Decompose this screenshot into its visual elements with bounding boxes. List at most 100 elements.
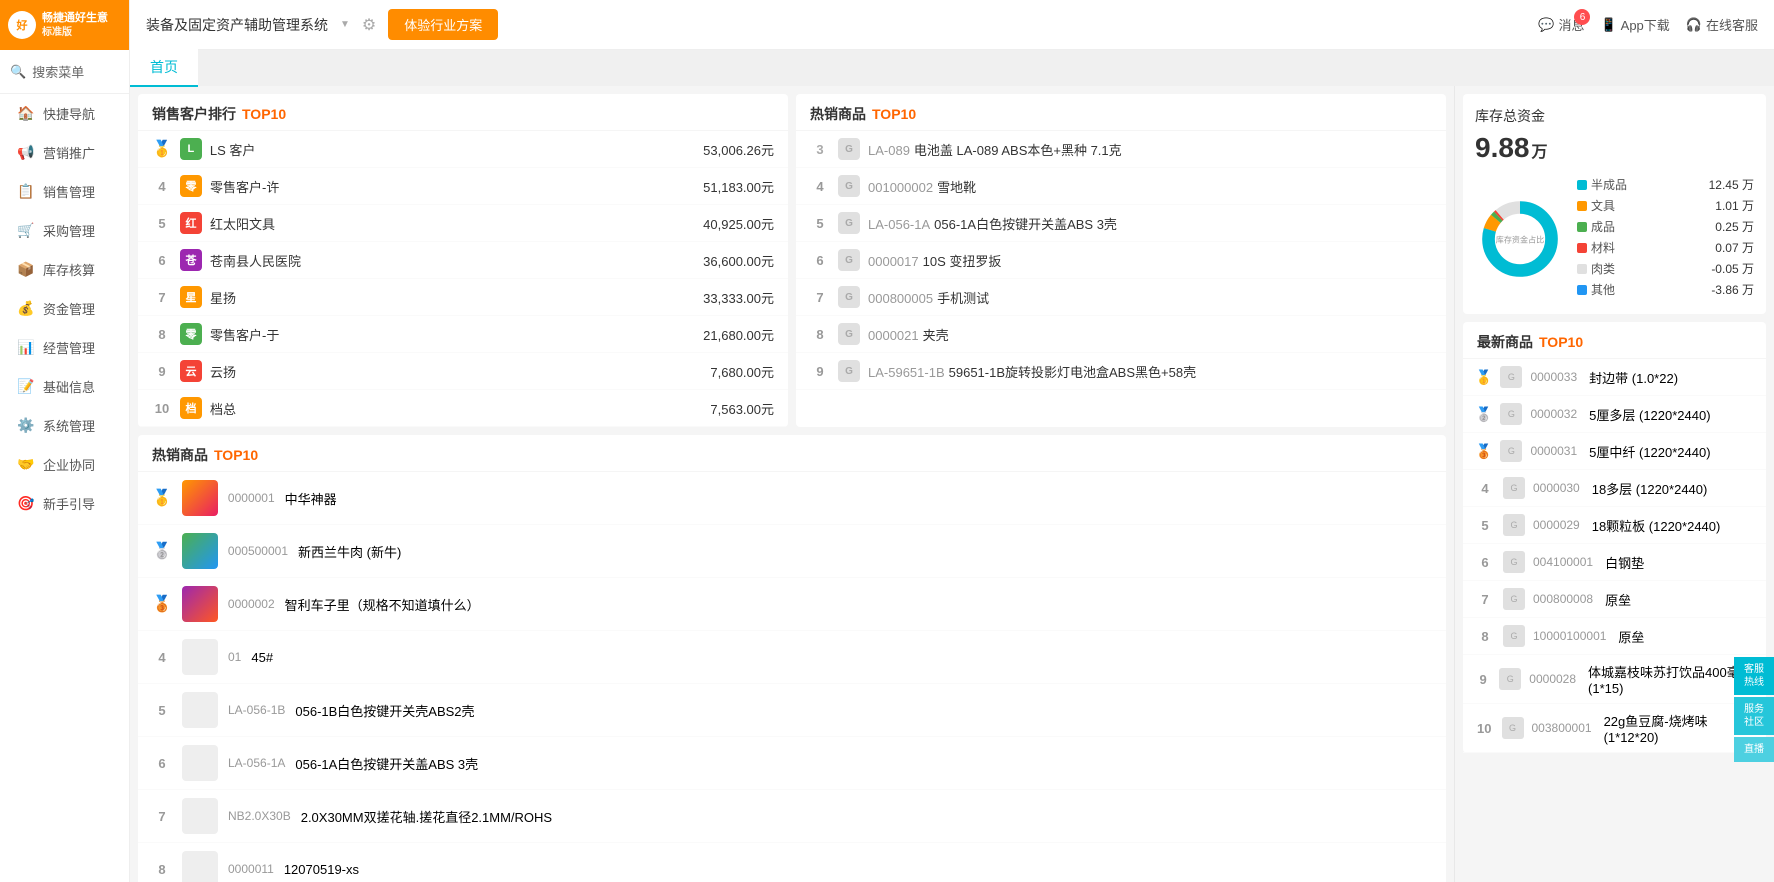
- new-product-name: 18颗粒板 (1220*2440): [1592, 516, 1721, 535]
- table-row: 7 星 星扬 33,333.00元: [138, 279, 788, 316]
- content-area: 销售客户排行 TOP10 🥇 L LS 客户 53,006.26元 4 零: [130, 86, 1774, 882]
- sales-icon: 📋: [17, 183, 35, 201]
- customer-amount: 21,680.00元: [703, 325, 774, 344]
- nav-item-finance[interactable]: 💰 资金管理: [0, 289, 129, 328]
- legend-value: 0.25 万: [1715, 218, 1754, 235]
- product-code: 0000011: [228, 862, 274, 876]
- rank-number: 8: [152, 862, 172, 877]
- online-service-button[interactable]: 🎧 在线客服: [1686, 15, 1758, 34]
- product-thumb: G: [838, 212, 860, 234]
- table-row: 6 苍 苍南县人民医院 36,600.00元: [138, 242, 788, 279]
- phone-icon: 📱: [1600, 17, 1616, 33]
- rank-medal-icon: 🥇: [1475, 369, 1492, 386]
- list-item: 6 G 004100001 白钢垫: [1463, 544, 1766, 581]
- product-name: 000800005手机测试: [868, 288, 1432, 307]
- tab-home[interactable]: 首页: [130, 49, 198, 87]
- rank-number: 7: [810, 290, 830, 305]
- nav-item-operations[interactable]: 📊 经营管理: [0, 328, 129, 367]
- customer-ranking-title: 销售客户排行: [152, 104, 236, 124]
- rank-medal-icon: 🥇: [152, 488, 172, 508]
- nav-item-collab[interactable]: 🤝 企业协同: [0, 445, 129, 484]
- customer-name: 零售客户-许: [210, 177, 695, 196]
- nav-item-inventory[interactable]: 📦 库存核算: [0, 250, 129, 289]
- customer-name: 档总: [210, 399, 702, 418]
- trial-button[interactable]: 体验行业方案: [388, 9, 498, 40]
- inventory-title: 库存总资金: [1475, 106, 1754, 126]
- product-code: 0000002: [228, 597, 275, 611]
- legend-item: 其他 -3.86 万: [1577, 281, 1754, 298]
- product-thumb: G: [1503, 551, 1525, 573]
- table-row: 🥇 L LS 客户 53,006.26元: [138, 131, 788, 168]
- search-menu-label: 搜索菜单: [32, 62, 84, 81]
- collab-icon: 🤝: [17, 456, 35, 474]
- legend-dot: [1577, 243, 1587, 253]
- search-menu-button[interactable]: 🔍 搜索菜单: [10, 58, 119, 85]
- list-item: 🥉 G 0000031 5厘中纤 (1220*2440): [1463, 433, 1766, 470]
- customer-amount: 33,333.00元: [703, 288, 774, 307]
- legend-item: 文具 1.01 万: [1577, 197, 1754, 214]
- customer-name: 星扬: [210, 288, 695, 307]
- basics-icon: 📝: [17, 378, 35, 396]
- nav-label-inventory: 库存核算: [43, 260, 95, 279]
- live-stream-button[interactable]: 直播: [1734, 737, 1774, 762]
- product-thumb: G: [1500, 366, 1522, 388]
- table-row: 6 G 000001710S 变扭罗扳: [796, 242, 1446, 279]
- new-product-name: 白钢垫: [1605, 553, 1644, 572]
- new-product-name: 原垒: [1618, 627, 1644, 646]
- nav-item-purchase[interactable]: 🛒 采购管理: [0, 211, 129, 250]
- settings-icon[interactable]: ⚙: [362, 15, 376, 35]
- nav-item-marketing[interactable]: 📢 营销推广: [0, 133, 129, 172]
- product-scroll-list: 3 G LA-089电池盖 LA-089 ABS本色+黑种 7.1克 4 G 0…: [796, 131, 1446, 390]
- customer-amount: 53,006.26元: [703, 140, 774, 159]
- nav-label-operations: 经营管理: [43, 338, 95, 357]
- inventory-legend: 半成品 12.45 万 文具 1.01 万 成品 0.25 万: [1577, 176, 1754, 302]
- product-name: 45#: [251, 650, 273, 665]
- inventory-amount-value: 9.88: [1475, 132, 1530, 163]
- rank-number: 7: [1475, 592, 1495, 607]
- nav-item-sales[interactable]: 📋 销售管理: [0, 172, 129, 211]
- product-name: 12070519-xs: [284, 862, 359, 877]
- table-row: 4 零 零售客户-许 51,183.00元: [138, 168, 788, 205]
- nav-item-system[interactable]: ⚙️ 系统管理: [0, 406, 129, 445]
- customer-name: 苍南县人民医院: [210, 251, 695, 270]
- customer-top10-label: TOP10: [242, 106, 286, 122]
- dropdown-arrow-icon[interactable]: ▼: [340, 19, 350, 30]
- rank-number: 4: [152, 650, 172, 665]
- tab-bar: 首页: [130, 50, 1774, 86]
- product-name: 0000021夹壳: [868, 325, 1432, 344]
- rank-number: 6: [152, 253, 172, 268]
- customer-service-button[interactable]: 客服热线: [1734, 657, 1774, 695]
- inventory-chart-area: 库存资金占比 半成品 12.45 万 文具 1.01 万: [1475, 176, 1754, 302]
- nav-item-basics[interactable]: 📝 基础信息: [0, 367, 129, 406]
- rank-medal-icon: 🥈: [152, 541, 172, 561]
- nav-item-guide[interactable]: 🎯 新手引导: [0, 484, 129, 523]
- rank-medal-icon: 🥉: [1475, 443, 1492, 460]
- product-thumb: [182, 533, 218, 569]
- customer-amount: 36,600.00元: [703, 251, 774, 270]
- operations-icon: 📊: [17, 339, 35, 357]
- new-product-name: 22g鱼豆腐-烧烤味 (1*12*20): [1604, 711, 1754, 745]
- rank-medal-icon: 🥈: [1475, 406, 1492, 423]
- product-thumb: [182, 798, 218, 834]
- rank-number: 5: [152, 216, 172, 231]
- rank-number: 4: [152, 179, 172, 194]
- service-community-button[interactable]: 服务社区: [1734, 697, 1774, 735]
- customer-amount: 51,183.00元: [703, 177, 774, 196]
- message-button[interactable]: 💬 消息 6: [1538, 15, 1584, 34]
- legend-value: -0.05 万: [1711, 260, 1754, 277]
- avatar: 零: [180, 175, 202, 197]
- list-item: 7 NB2.0X30B 2.0X30MM双搓花轴.搓花直径2.1MM/ROHS: [138, 790, 1446, 843]
- table-row: 8 零 零售客户-于 21,680.00元: [138, 316, 788, 353]
- customer-amount: 7,680.00元: [710, 362, 774, 381]
- list-item: 5 G 0000029 18颗粒板 (1220*2440): [1463, 507, 1766, 544]
- nav-item-quick[interactable]: 🏠 快捷导航: [0, 94, 129, 133]
- app-download-button[interactable]: 📱 App下载: [1600, 15, 1669, 34]
- purchase-icon: 🛒: [17, 222, 35, 240]
- table-row: 9 G LA-59651-1B59651-1B旋转投影灯电池盒ABS黑色+58壳: [796, 353, 1446, 390]
- list-item: 🥉 0000002 智利车子里（规格不知道填什么）: [138, 578, 1446, 631]
- customer-name: LS 客户: [210, 140, 695, 159]
- legend-label: 材料: [1591, 239, 1711, 256]
- hot-products-section: 热销商品 TOP10 🥇 0000001 中华神器 🥈 000500001: [138, 435, 1446, 882]
- inventory-card: 库存总资金 9.88万: [1463, 94, 1766, 314]
- customer-ranking-list: 🥇 L LS 客户 53,006.26元 4 零 零售客户-许 51,183.0…: [138, 131, 788, 427]
